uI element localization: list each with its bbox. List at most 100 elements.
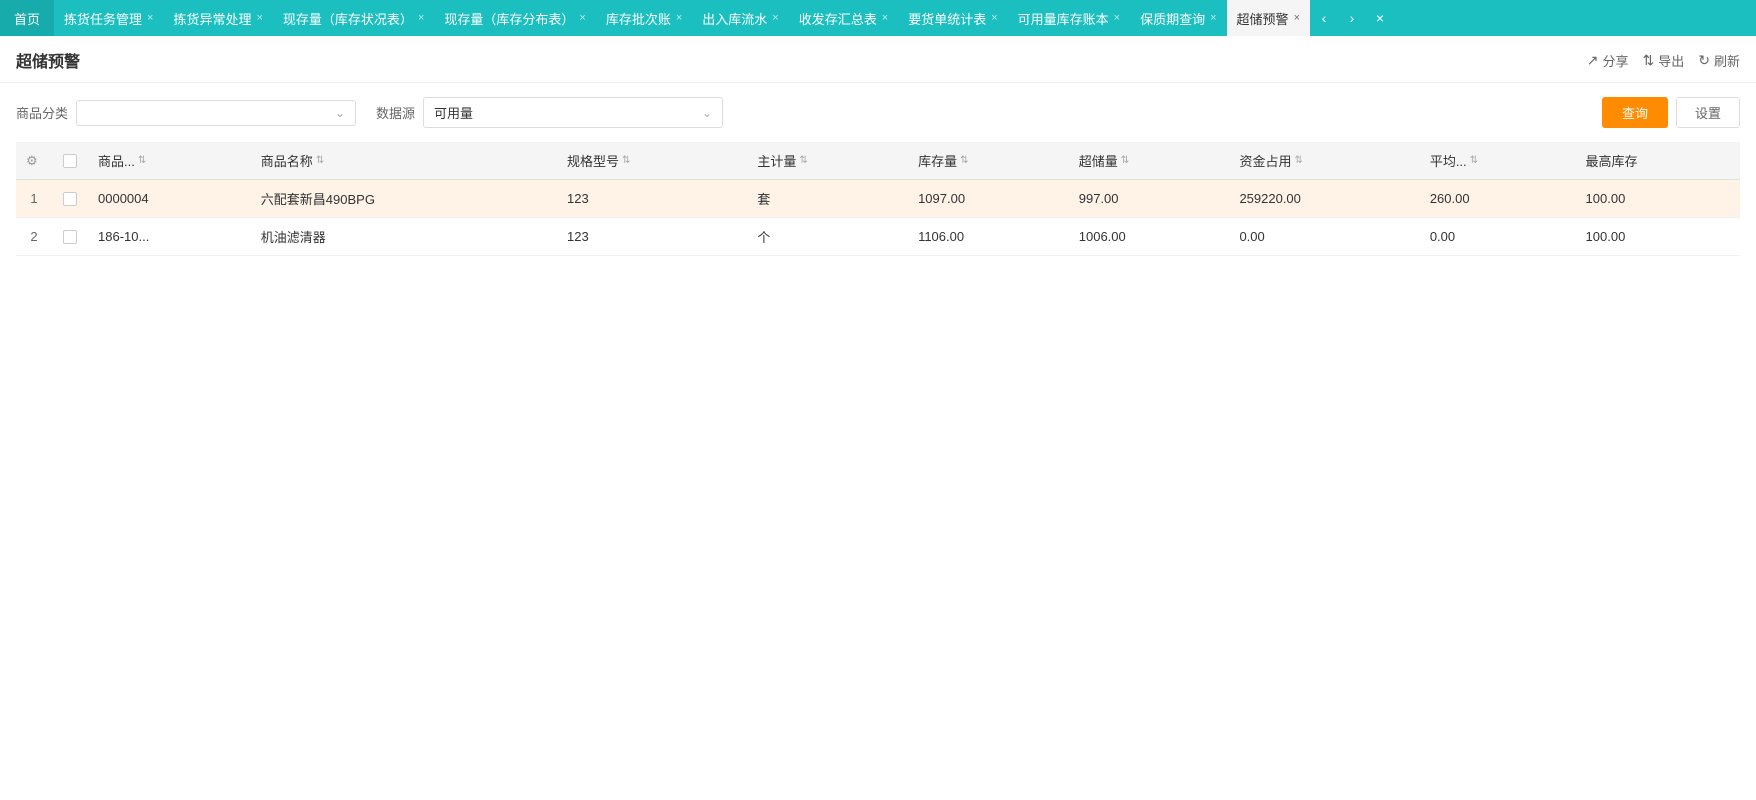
avg-col-header[interactable]: 平均... ⇅ — [1420, 142, 1576, 180]
filter-area: 商品分类 ⌄ 数据源 可用量 ⌄ 查询 设置 — [0, 83, 1756, 142]
capital-cell: 259220.00 — [1229, 180, 1419, 218]
page-header: 超储预警 ↗ 分享 ⇅ 导出 ↻ 刷新 — [0, 36, 1756, 83]
max-stock-cell: 100.00 — [1576, 218, 1740, 256]
table-header-row: ⚙ 商品... ⇅ 商品名称 ⇅ — [16, 142, 1740, 180]
share-button[interactable]: ↗ 分享 — [1587, 51, 1629, 70]
max-stock-col-header[interactable]: 最高库存 — [1576, 142, 1740, 180]
spec-cell: 123 — [557, 218, 747, 256]
close-tab-1[interactable]: × — [147, 12, 153, 24]
close-tab-9[interactable]: × — [1114, 12, 1120, 24]
sort-spec-icon: ⇅ — [622, 155, 630, 166]
close-tab-11[interactable]: × — [1294, 12, 1300, 24]
sort-product-name-icon: ⇅ — [316, 155, 324, 166]
nav-item-6[interactable]: 出入库流水 × — [692, 0, 788, 36]
sort-stock-icon: ⇅ — [960, 155, 968, 166]
table-row: 1 0000004 六配套新昌490BPG 123 套 1097.00 997.… — [16, 180, 1740, 218]
header-checkbox[interactable] — [63, 154, 77, 168]
nav-arrow-right[interactable]: › — [1338, 0, 1366, 36]
datasource-filter: 数据源 可用量 ⌄ — [376, 97, 723, 128]
spec-col-header[interactable]: 规格型号 ⇅ — [557, 142, 747, 180]
header-actions: ↗ 分享 ⇅ 导出 ↻ 刷新 — [1587, 51, 1740, 70]
nav-item-4[interactable]: 现存量（库存分布表） × — [434, 0, 595, 36]
row-checkbox[interactable] — [63, 230, 77, 244]
product-code-cell: 186-10... — [88, 218, 251, 256]
unit-col-header[interactable]: 主计量 ⇅ — [747, 142, 908, 180]
overstock-cell: 997.00 — [1069, 180, 1230, 218]
settings-col-header: ⚙ — [16, 142, 52, 180]
nav-arrow-left[interactable]: ‹ — [1310, 0, 1338, 36]
stock-cell: 1106.00 — [908, 218, 1069, 256]
row-checkbox-cell — [52, 180, 88, 218]
row-checkbox-cell — [52, 218, 88, 256]
nav-item-11[interactable]: 超储预警 × — [1227, 0, 1310, 36]
share-icon: ↗ — [1587, 52, 1599, 69]
query-button[interactable]: 查询 — [1602, 97, 1668, 128]
nav-item-9[interactable]: 可用量库存账本 × — [1008, 0, 1130, 36]
nav-item-2[interactable]: 拣货异常处理 × — [163, 0, 272, 36]
refresh-icon: ↻ — [1698, 52, 1710, 69]
category-label: 商品分类 — [16, 103, 68, 122]
stock-cell: 1097.00 — [908, 180, 1069, 218]
max-stock-cell: 100.00 — [1576, 180, 1740, 218]
unit-cell: 个 — [747, 218, 908, 256]
datasource-chevron-icon: ⌄ — [702, 106, 712, 120]
overstock-cell: 1006.00 — [1069, 218, 1230, 256]
page-content: 超储预警 ↗ 分享 ⇅ 导出 ↻ 刷新 商品分类 ⌄ 数据源 — [0, 36, 1756, 256]
category-filter: 商品分类 ⌄ — [16, 100, 356, 126]
table-settings-icon[interactable]: ⚙ — [26, 153, 38, 168]
product-code-col-header[interactable]: 商品... ⇅ — [88, 142, 251, 180]
avg-cell: 0.00 — [1420, 218, 1576, 256]
nav-item-1[interactable]: 拣货任务管理 × — [54, 0, 163, 36]
overstock-col-header[interactable]: 超储量 ⇅ — [1069, 142, 1230, 180]
nav-item-8[interactable]: 要货单统计表 × — [898, 0, 1007, 36]
nav-arrow-more[interactable]: × — [1366, 0, 1394, 36]
top-navigation: 首页 拣货任务管理 × 拣货异常处理 × 现存量（库存状况表） × 现存量（库存… — [0, 0, 1756, 36]
close-tab-10[interactable]: × — [1210, 12, 1216, 24]
avg-cell: 260.00 — [1420, 180, 1576, 218]
row-number: 2 — [16, 218, 52, 256]
product-name-col-header[interactable]: 商品名称 ⇅ — [251, 142, 557, 180]
product-name-cell: 六配套新昌490BPG — [251, 180, 557, 218]
row-checkbox[interactable] — [63, 192, 77, 206]
sort-avg-icon: ⇅ — [1470, 155, 1478, 166]
settings-button[interactable]: 设置 — [1676, 97, 1740, 128]
sort-product-code-icon: ⇅ — [138, 155, 146, 166]
nav-item-3[interactable]: 现存量（库存状况表） × — [273, 0, 434, 36]
nav-item-10[interactable]: 保质期查询 × — [1130, 0, 1226, 36]
close-tab-8[interactable]: × — [991, 12, 997, 24]
datasource-label: 数据源 — [376, 103, 415, 122]
table-row: 2 186-10... 机油滤清器 123 个 1106.00 1006.00 … — [16, 218, 1740, 256]
export-button[interactable]: ⇅ 导出 — [1643, 51, 1685, 70]
table-body: 1 0000004 六配套新昌490BPG 123 套 1097.00 997.… — [16, 180, 1740, 256]
nav-home[interactable]: 首页 — [0, 0, 54, 36]
datasource-select[interactable]: 可用量 ⌄ — [423, 97, 723, 128]
unit-cell: 套 — [747, 180, 908, 218]
close-tab-5[interactable]: × — [676, 12, 682, 24]
close-tab-2[interactable]: × — [256, 12, 262, 24]
filter-actions: 查询 设置 — [1602, 97, 1740, 128]
category-chevron-icon: ⌄ — [335, 106, 345, 120]
nav-item-7[interactable]: 收发存汇总表 × — [789, 0, 898, 36]
export-icon: ⇅ — [1643, 52, 1655, 69]
close-tab-4[interactable]: × — [579, 12, 585, 24]
refresh-button[interactable]: ↻ 刷新 — [1698, 51, 1740, 70]
close-tab-3[interactable]: × — [418, 12, 424, 24]
stock-col-header[interactable]: 库存量 ⇅ — [908, 142, 1069, 180]
table-container: ⚙ 商品... ⇅ 商品名称 ⇅ — [0, 142, 1756, 256]
data-table: ⚙ 商品... ⇅ 商品名称 ⇅ — [16, 142, 1740, 256]
sort-overstock-icon: ⇅ — [1121, 155, 1129, 166]
category-select[interactable]: ⌄ — [76, 100, 356, 126]
page-title: 超储预警 — [16, 48, 80, 72]
spec-cell: 123 — [557, 180, 747, 218]
datasource-value: 可用量 — [434, 103, 473, 122]
row-number: 1 — [16, 180, 52, 218]
sort-capital-icon: ⇅ — [1294, 155, 1302, 166]
checkbox-col-header — [52, 142, 88, 180]
capital-cell: 0.00 — [1229, 218, 1419, 256]
close-tab-7[interactable]: × — [882, 12, 888, 24]
nav-item-5[interactable]: 库存批次账 × — [596, 0, 692, 36]
capital-col-header[interactable]: 资金占用 ⇅ — [1229, 142, 1419, 180]
product-name-cell: 机油滤清器 — [251, 218, 557, 256]
sort-unit-icon: ⇅ — [799, 155, 807, 166]
close-tab-6[interactable]: × — [772, 12, 778, 24]
